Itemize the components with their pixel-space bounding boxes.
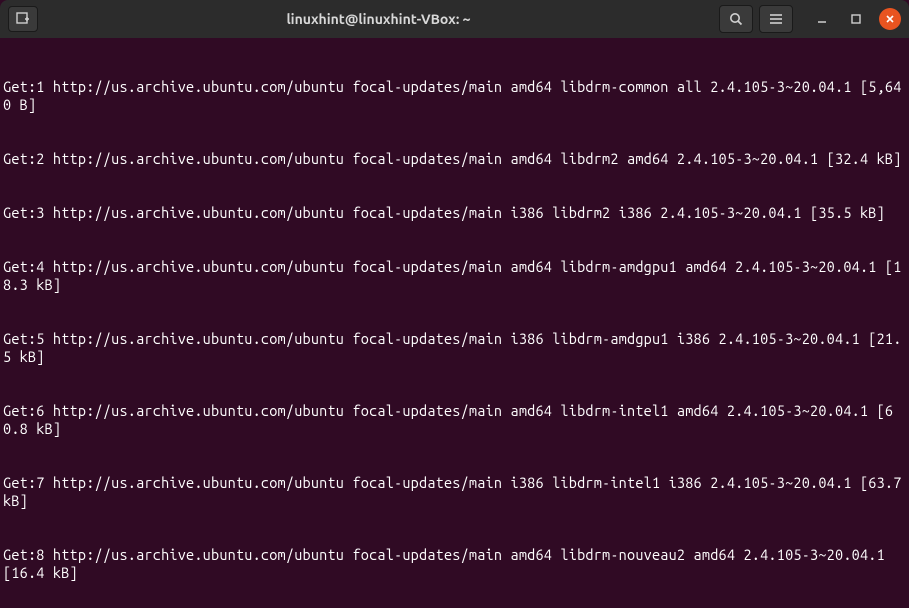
maximize-icon <box>850 13 862 25</box>
new-tab-button[interactable] <box>8 6 38 32</box>
terminal-line: Get:8 http://us.archive.ubuntu.com/ubunt… <box>3 546 906 582</box>
terminal-line: Get:5 http://us.archive.ubuntu.com/ubunt… <box>3 330 906 366</box>
minimize-icon <box>816 13 828 25</box>
search-button[interactable] <box>719 5 753 33</box>
terminal-output[interactable]: Get:1 http://us.archive.ubuntu.com/ubunt… <box>0 38 909 608</box>
minimize-button[interactable] <box>811 8 833 30</box>
terminal-line: Get:2 http://us.archive.ubuntu.com/ubunt… <box>3 150 906 168</box>
hamburger-icon <box>769 12 783 26</box>
window-title: linuxhint@linuxhint-VBox: ~ <box>44 11 713 27</box>
terminal-line: Get:6 http://us.archive.ubuntu.com/ubunt… <box>3 402 906 438</box>
terminal-line: Get:4 http://us.archive.ubuntu.com/ubunt… <box>3 258 906 294</box>
close-icon <box>884 13 896 25</box>
new-tab-icon <box>16 12 30 26</box>
maximize-button[interactable] <box>845 8 867 30</box>
terminal-line: Get:3 http://us.archive.ubuntu.com/ubunt… <box>3 204 906 222</box>
close-button[interactable] <box>879 8 901 30</box>
menu-button[interactable] <box>759 5 793 33</box>
search-icon <box>729 12 743 26</box>
terminal-line: Get:1 http://us.archive.ubuntu.com/ubunt… <box>3 78 906 114</box>
window-controls <box>811 8 901 30</box>
titlebar: linuxhint@linuxhint-VBox: ~ <box>0 0 909 38</box>
terminal-line: Get:7 http://us.archive.ubuntu.com/ubunt… <box>3 474 906 510</box>
